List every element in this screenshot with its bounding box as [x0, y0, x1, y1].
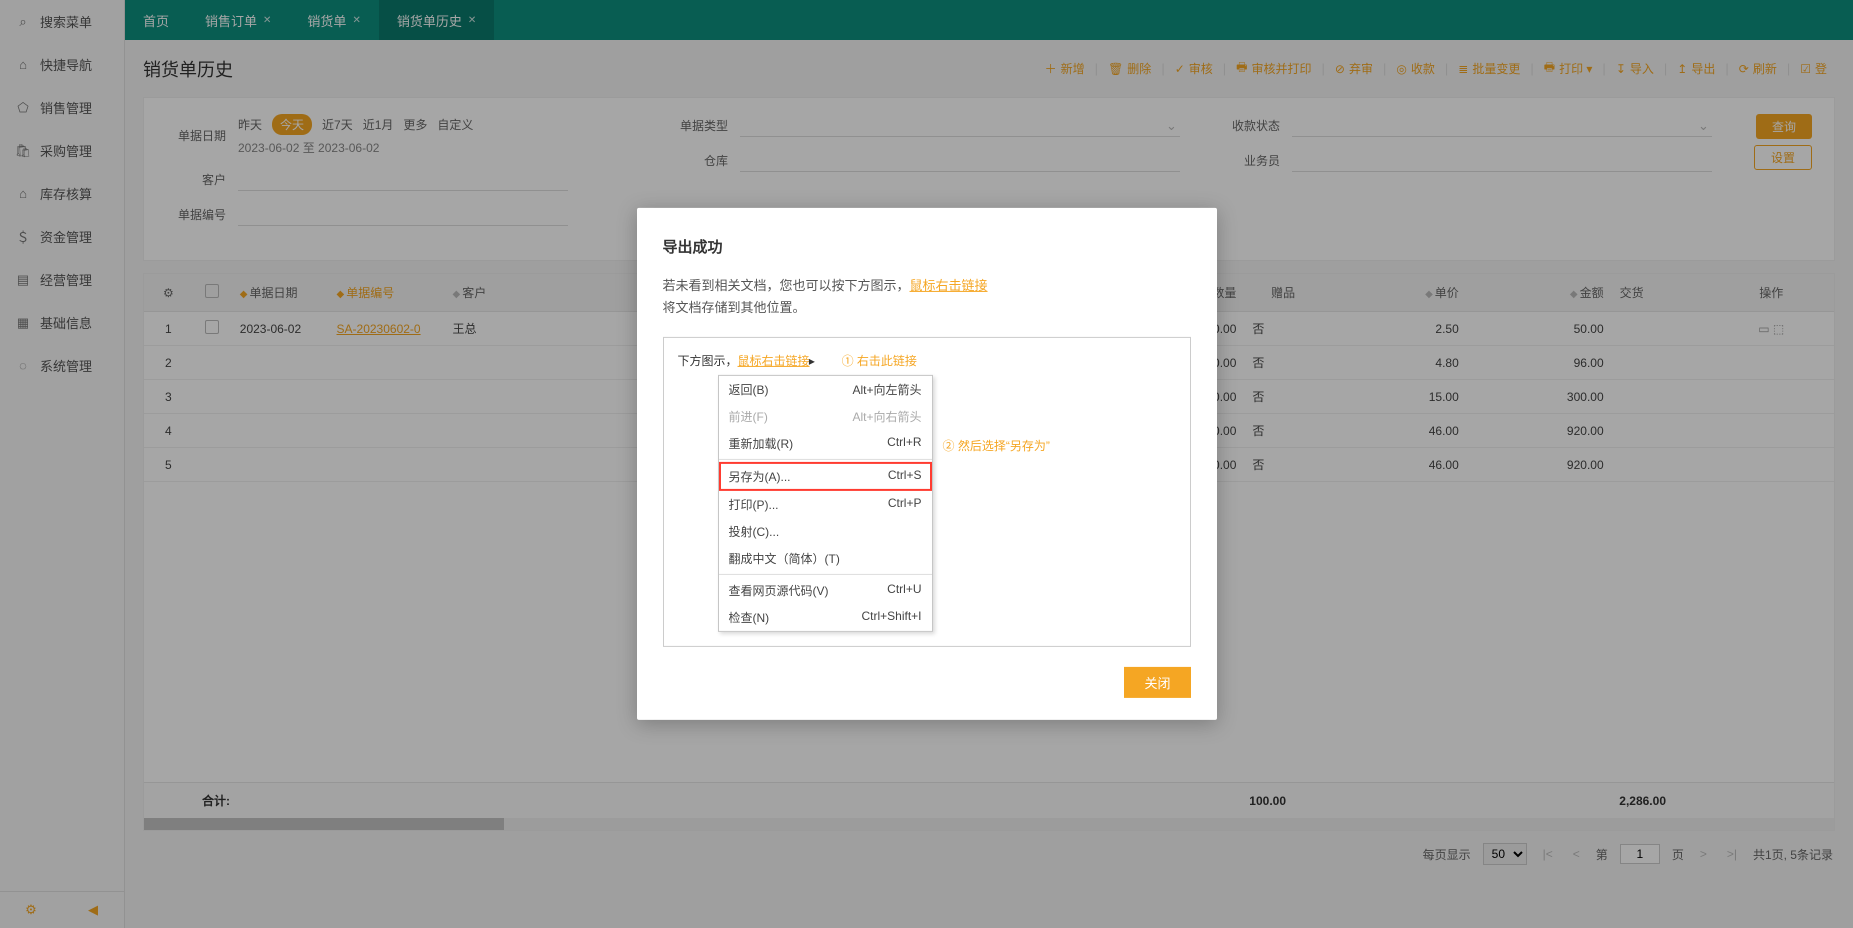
annotation-2: ② 然后选择“另存为”	[943, 437, 1050, 454]
close-button[interactable]: 关闭	[1124, 667, 1190, 698]
ctx-item: 翻成中文（简体）(T)	[719, 545, 932, 572]
ctx-item: 打印(P)...Ctrl+P	[719, 491, 932, 518]
rightclick-link[interactable]: 鼠标右击链接	[910, 278, 988, 293]
ctx-item: 重新加载(R)Ctrl+R	[719, 430, 932, 457]
hint-link: 鼠标右击链接	[738, 354, 810, 368]
modal-body: 若未看到相关文档，您也可以按下方图示，鼠标右击链接 将文档存储到其他位置。	[663, 275, 1191, 319]
ctx-item: 投射(C)...	[719, 518, 932, 545]
instruction-image: 下方图示，鼠标右击链接 ▸ ① 右击此链接 返回(B)Alt+向左箭头前进(F)…	[663, 337, 1191, 647]
annotation-1: ① 右击此链接	[842, 354, 917, 368]
ctx-item: 返回(B)Alt+向左箭头	[719, 376, 932, 403]
modal-title: 导出成功	[663, 236, 1191, 257]
context-menu: 返回(B)Alt+向左箭头前进(F)Alt+向右箭头重新加载(R)Ctrl+R 另…	[718, 375, 933, 632]
ctx-item: 另存为(A)...Ctrl+S	[719, 462, 932, 491]
cursor-icon: ▸	[809, 354, 815, 368]
export-success-modal: 导出成功 若未看到相关文档，您也可以按下方图示，鼠标右击链接 将文档存储到其他位…	[637, 208, 1217, 720]
ctx-item: 前进(F)Alt+向右箭头	[719, 403, 932, 430]
ctx-item: 查看网页源代码(V)Ctrl+U	[719, 577, 932, 604]
ctx-item: 检查(N)Ctrl+Shift+I	[719, 604, 932, 631]
